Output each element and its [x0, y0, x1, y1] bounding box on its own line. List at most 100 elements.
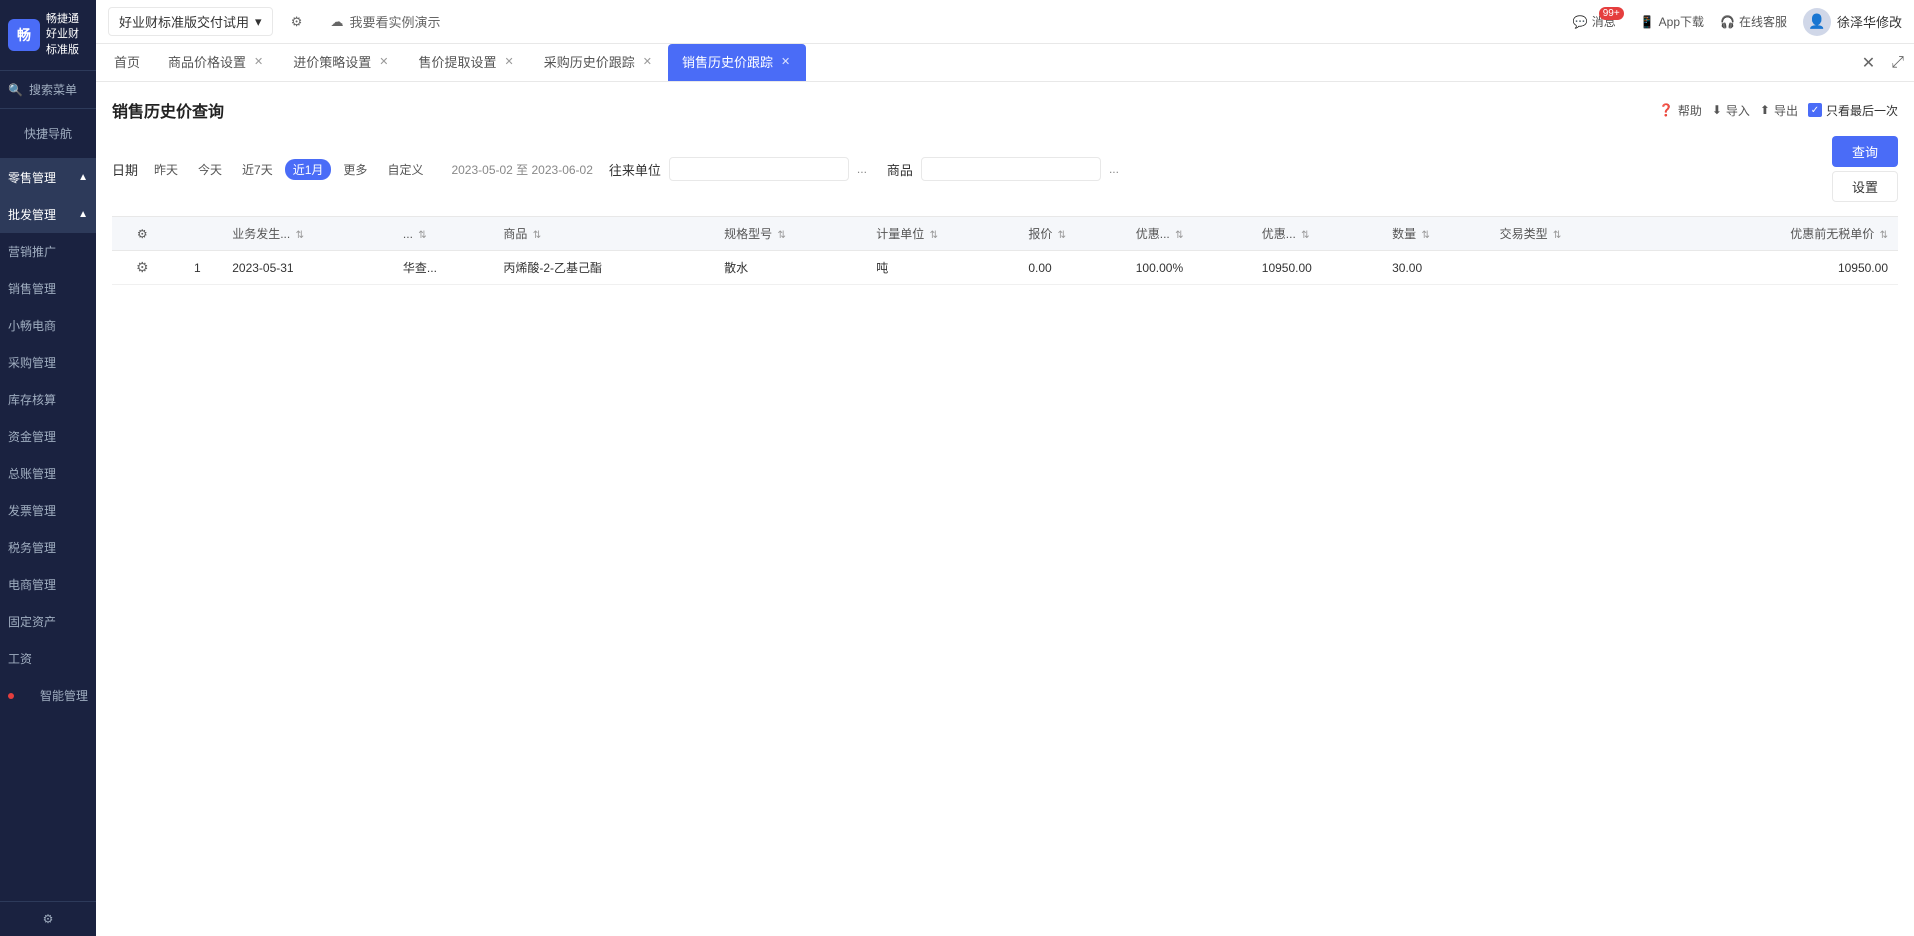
date-filter-label: 日期 — [112, 160, 138, 179]
tab-close-purchase-strategy[interactable]: ✕ — [377, 54, 390, 69]
tab-maximize-button[interactable]: ⤢ — [1885, 49, 1910, 77]
headset-icon: 🎧 — [1720, 15, 1735, 29]
row-product-cell: 丙烯酸-2-乙基己酯 — [493, 251, 714, 285]
page-actions: ❓ 帮助 ⬇ 导入 ⬆ 导出 ✓ 只看最后一次 — [1659, 102, 1898, 119]
col-pretax-price[interactable]: 优惠前无税单价 ⇅ — [1679, 217, 1898, 251]
query-button[interactable]: 查询 — [1832, 136, 1898, 167]
table-header-row: ⚙ 业务发生... ⇅ ... ⇅ 商品 ⇅ — [112, 217, 1898, 251]
module-selector-text: 好业财标准版交付试用 — [119, 12, 249, 31]
customer-more-button[interactable]: ... — [853, 160, 871, 178]
col-product[interactable]: 商品 ⇅ — [493, 217, 714, 251]
customer-input[interactable] — [669, 157, 849, 181]
message-icon: 💬 — [1573, 15, 1588, 29]
sort-icon: ⇅ — [296, 230, 304, 241]
tab-close-price-extract[interactable]: ✕ — [503, 54, 516, 69]
col-trans-type[interactable]: 交易类型 ⇅ — [1490, 217, 1642, 251]
col-price[interactable]: 报价 ⇅ — [1018, 217, 1125, 251]
sort-icon: ⇅ — [1301, 230, 1309, 241]
date-option-custom[interactable]: 自定义 — [379, 159, 431, 180]
app-download-button[interactable]: 📱 App下载 — [1640, 13, 1704, 30]
only-last-checkbox-label[interactable]: ✓ 只看最后一次 — [1808, 102, 1898, 119]
sidebar-bottom[interactable]: ⚙ — [0, 901, 96, 936]
sidebar-item-smart[interactable]: 智能管理 — [0, 677, 96, 714]
tab-close-sales-history[interactable]: ✕ — [779, 54, 792, 69]
sort-icon: ⇅ — [930, 230, 938, 241]
col-spec[interactable]: 规格型号 ⇅ — [714, 217, 866, 251]
import-button[interactable]: ⬇ 导入 — [1712, 102, 1750, 119]
product-more-button[interactable]: ... — [1105, 160, 1123, 178]
sidebar-item-ecommerce-small[interactable]: 小畅电商 — [0, 307, 96, 344]
mobile-icon: 📱 — [1640, 15, 1655, 29]
sidebar-item-label: 销售管理 — [8, 280, 56, 297]
cloud-icon: ☁ — [331, 14, 344, 30]
tab-close-purchase-history[interactable]: ✕ — [641, 54, 654, 69]
tab-price-extract[interactable]: 售价提取设置 ✕ — [404, 44, 529, 82]
user-name: 徐泽华修改 — [1837, 12, 1902, 31]
col-unit[interactable]: 计量单位 ⇅ — [866, 217, 1018, 251]
sidebar-item-tax[interactable]: 税务管理 — [0, 529, 96, 566]
topbar-settings-button[interactable]: ⚙ — [283, 8, 311, 36]
col-discount2[interactable]: 优惠... ⇅ — [1252, 217, 1382, 251]
sidebar-search[interactable]: 🔍 搜索菜单 — [0, 71, 96, 109]
col-discount1[interactable]: 优惠... ⇅ — [1126, 217, 1252, 251]
sidebar-quick-nav[interactable]: 快捷导航 — [0, 109, 96, 159]
col-qty[interactable]: 数量 ⇅ — [1382, 217, 1489, 251]
tab-product-price[interactable]: 商品价格设置 ✕ — [154, 44, 279, 82]
help-button[interactable]: ❓ 帮助 — [1659, 102, 1702, 119]
date-option-more[interactable]: 更多 — [335, 159, 375, 180]
row-gear-icon[interactable]: ⚙ — [136, 259, 149, 275]
tab-sales-history[interactable]: 销售历史价跟踪 ✕ — [668, 44, 806, 82]
settings-icon[interactable]: ⚙ — [43, 912, 54, 926]
sidebar-item-label: 税务管理 — [8, 539, 56, 556]
sidebar-item-invoice[interactable]: 发票管理 — [0, 492, 96, 529]
date-option-last7[interactable]: 近7天 — [234, 159, 281, 180]
tab-home[interactable]: 首页 — [100, 44, 154, 82]
app-logo-icon: 畅 — [8, 19, 40, 51]
filter-bar: 日期 昨天 今天 近7天 近1月 更多 自定义 2023-05-02 至 202… — [112, 136, 1898, 202]
module-selector[interactable]: 好业财标准版交付试用 ▾ — [108, 7, 273, 36]
page-header: 销售历史价查询 ❓ 帮助 ⬇ 导入 ⬆ 导出 ✓ 只看最后一次 — [112, 98, 1898, 122]
sidebar-item-wholesale[interactable]: 批发管理 ▲ — [0, 196, 96, 233]
table-container: ⚙ 业务发生... ⇅ ... ⇅ 商品 ⇅ — [112, 216, 1898, 285]
col-more[interactable]: ... ⇅ — [393, 217, 493, 251]
col-gear[interactable]: ⚙ — [112, 217, 173, 251]
sidebar-item-finance[interactable]: 资金管理 — [0, 418, 96, 455]
sidebar-item-marketing[interactable]: 营销推广 — [0, 233, 96, 270]
sidebar-item-quicknav[interactable]: 快捷导航 — [0, 117, 96, 150]
filter-settings-button[interactable]: 设置 — [1832, 171, 1898, 202]
sidebar-item-sales[interactable]: 销售管理 — [0, 270, 96, 307]
date-filter-group: 日期 昨天 今天 近7天 近1月 更多 自定义 2023-05-02 至 202… — [112, 159, 593, 180]
sort-icon: ⇅ — [1058, 230, 1066, 241]
tabs-actions: ✕ ⤢ — [1856, 49, 1910, 77]
date-option-last1m[interactable]: 近1月 — [285, 159, 332, 180]
tab-purchase-strategy[interactable]: 进价策略设置 ✕ — [279, 44, 404, 82]
row-unit-cell: 吨 — [866, 251, 1018, 285]
date-option-today[interactable]: 今天 — [190, 159, 230, 180]
row-gear-cell[interactable]: ⚙ — [112, 251, 173, 285]
col-date[interactable]: 业务发生... ⇅ — [222, 217, 393, 251]
sidebar-item-ledger[interactable]: 总账管理 — [0, 455, 96, 492]
main-area: 好业财标准版交付试用 ▾ ⚙ ☁ 我要看实例演示 💬 消息 99+ 📱 App下… — [96, 0, 1914, 936]
sidebar-item-assets[interactable]: 固定资产 — [0, 603, 96, 640]
product-filter-group: 商品 ... — [887, 157, 1123, 181]
tab-close-window-button[interactable]: ✕ — [1856, 49, 1881, 77]
message-button[interactable]: 💬 消息 99+ — [1573, 13, 1616, 30]
customer-service-button[interactable]: 🎧 在线客服 — [1720, 13, 1787, 30]
sidebar-item-ecommerce[interactable]: 电商管理 — [0, 566, 96, 603]
row-seq-cell: 1 — [173, 251, 223, 285]
demo-link[interactable]: ☁ 我要看实例演示 — [331, 12, 441, 31]
tab-close-product-price[interactable]: ✕ — [252, 54, 265, 69]
tab-purchase-history[interactable]: 采购历史价跟踪 ✕ — [530, 44, 668, 82]
only-last-checkbox[interactable]: ✓ — [1808, 103, 1822, 117]
product-input[interactable] — [921, 157, 1101, 181]
sidebar-item-inventory[interactable]: 库存核算 — [0, 381, 96, 418]
sidebar-item-retail[interactable]: 零售管理 ▲ — [0, 159, 96, 196]
user-menu[interactable]: 👤 徐泽华修改 — [1803, 8, 1902, 36]
export-button[interactable]: ⬆ 导出 — [1760, 102, 1798, 119]
sidebar-item-label: 发票管理 — [8, 502, 56, 519]
sidebar-item-purchase[interactable]: 采购管理 — [0, 344, 96, 381]
date-option-yesterday[interactable]: 昨天 — [146, 159, 186, 180]
app-logo-text: 畅捷通好业财 标准版 — [46, 12, 88, 58]
sidebar-item-payroll[interactable]: 工资 — [0, 640, 96, 677]
table-row: ⚙ 1 2023-05-31 华查... 丙烯酸-2-乙基己酯 散水 吨 0.0… — [112, 251, 1898, 285]
